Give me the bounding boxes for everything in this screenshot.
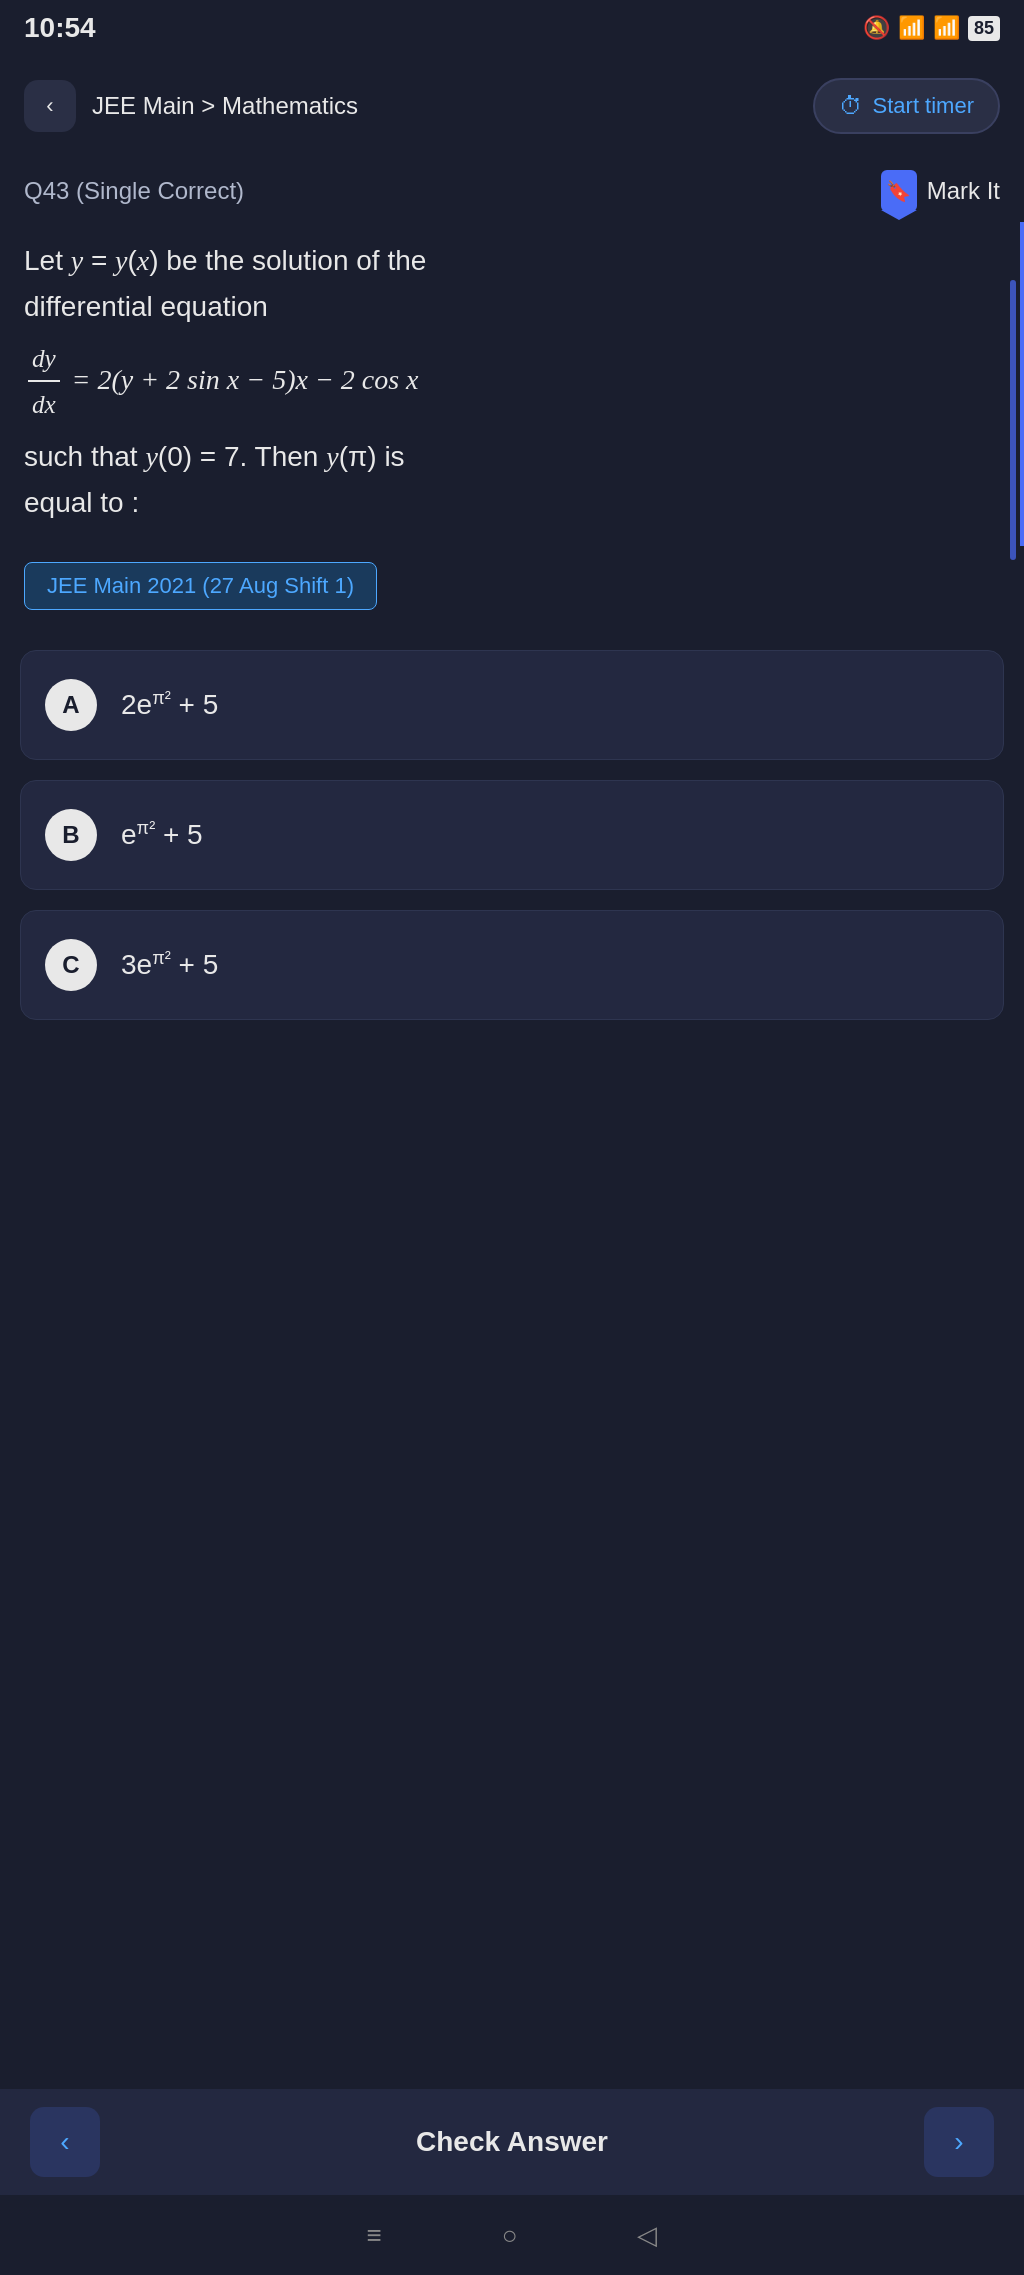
back-button[interactable]: ‹ bbox=[24, 80, 76, 132]
option-b-card[interactable]: B eπ² + 5 bbox=[20, 780, 1004, 890]
option-b-text: eπ² + 5 bbox=[121, 818, 203, 851]
system-home-icon[interactable]: ○ bbox=[502, 2220, 518, 2251]
options-container: A 2eπ² + 5 B eπ² + 5 C 3eπ² + 5 bbox=[0, 640, 1024, 1030]
bottom-bar: ‹ Check Answer › bbox=[0, 2089, 1024, 2195]
next-icon: › bbox=[954, 2126, 963, 2158]
status-time: 10:54 bbox=[24, 12, 96, 44]
timer-label: Start timer bbox=[873, 93, 974, 119]
system-back-icon[interactable]: ◁ bbox=[637, 2220, 657, 2251]
question-content: Let y = y(x) be the solution of the diff… bbox=[0, 222, 1024, 546]
tag-container: JEE Main 2021 (27 Aug Shift 1) bbox=[0, 546, 1024, 640]
scroll-indicator bbox=[1010, 280, 1016, 560]
status-icons: 🔕 📶 📶 85 bbox=[863, 15, 1000, 41]
exam-tag: JEE Main 2021 (27 Aug Shift 1) bbox=[24, 562, 377, 610]
next-question-button[interactable]: › bbox=[924, 2107, 994, 2177]
question-equation: dy dx = 2(y + 2 sin x − 5)x − 2 cos x bbox=[24, 338, 996, 425]
prev-question-button[interactable]: ‹ bbox=[30, 2107, 100, 2177]
wifi-icon: 📶 bbox=[898, 15, 925, 41]
bookmark-glyph: 🔖 bbox=[886, 179, 911, 203]
breadcrumb: JEE Main > Mathematics bbox=[92, 92, 358, 120]
back-icon: ‹ bbox=[46, 93, 53, 119]
prev-icon: ‹ bbox=[60, 2126, 69, 2158]
nav-left: ‹ JEE Main > Mathematics bbox=[24, 80, 358, 132]
check-answer-button[interactable]: Check Answer bbox=[416, 2126, 608, 2158]
question-header: Q43 (Single Correct) 🔖 Mark It bbox=[0, 150, 1024, 222]
signal-icon: 📶 bbox=[933, 15, 960, 41]
question-text-line3: such that y(0) = 7. Then y(π) is bbox=[24, 434, 996, 480]
system-menu-icon[interactable]: ≡ bbox=[367, 2220, 382, 2251]
option-c-letter: C bbox=[45, 939, 97, 991]
mark-it-button[interactable]: 🔖 Mark It bbox=[881, 170, 1000, 212]
option-a-text: 2eπ² + 5 bbox=[121, 688, 218, 721]
question-text-line1: Let y = y(x) be the solution of the bbox=[24, 238, 996, 284]
start-timer-button[interactable]: ⏱ Start timer bbox=[813, 78, 1000, 134]
option-c-card[interactable]: C 3eπ² + 5 bbox=[20, 910, 1004, 1020]
fraction-dy-dx: dy dx bbox=[28, 338, 60, 425]
question-label: Q43 (Single Correct) bbox=[24, 177, 244, 205]
battery-badge: 85 bbox=[968, 16, 1000, 41]
option-c-text: 3eπ² + 5 bbox=[121, 948, 218, 981]
header-nav: ‹ JEE Main > Mathematics ⏱ Start timer bbox=[0, 62, 1024, 150]
option-a-letter: A bbox=[45, 679, 97, 731]
status-bar: 10:54 🔕 📶 📶 85 bbox=[0, 0, 1024, 52]
mark-it-label: Mark It bbox=[927, 177, 1000, 205]
system-nav-bar: ≡ ○ ◁ bbox=[0, 2195, 1024, 2275]
question-text-line4: equal to : bbox=[24, 480, 996, 526]
bookmark-icon: 🔖 bbox=[881, 170, 917, 212]
option-b-letter: B bbox=[45, 809, 97, 861]
timer-icon: ⏱ bbox=[839, 92, 863, 120]
question-text-line2: differential equation bbox=[24, 284, 996, 330]
option-a-card[interactable]: A 2eπ² + 5 bbox=[20, 650, 1004, 760]
bell-icon: 🔕 bbox=[863, 15, 890, 41]
